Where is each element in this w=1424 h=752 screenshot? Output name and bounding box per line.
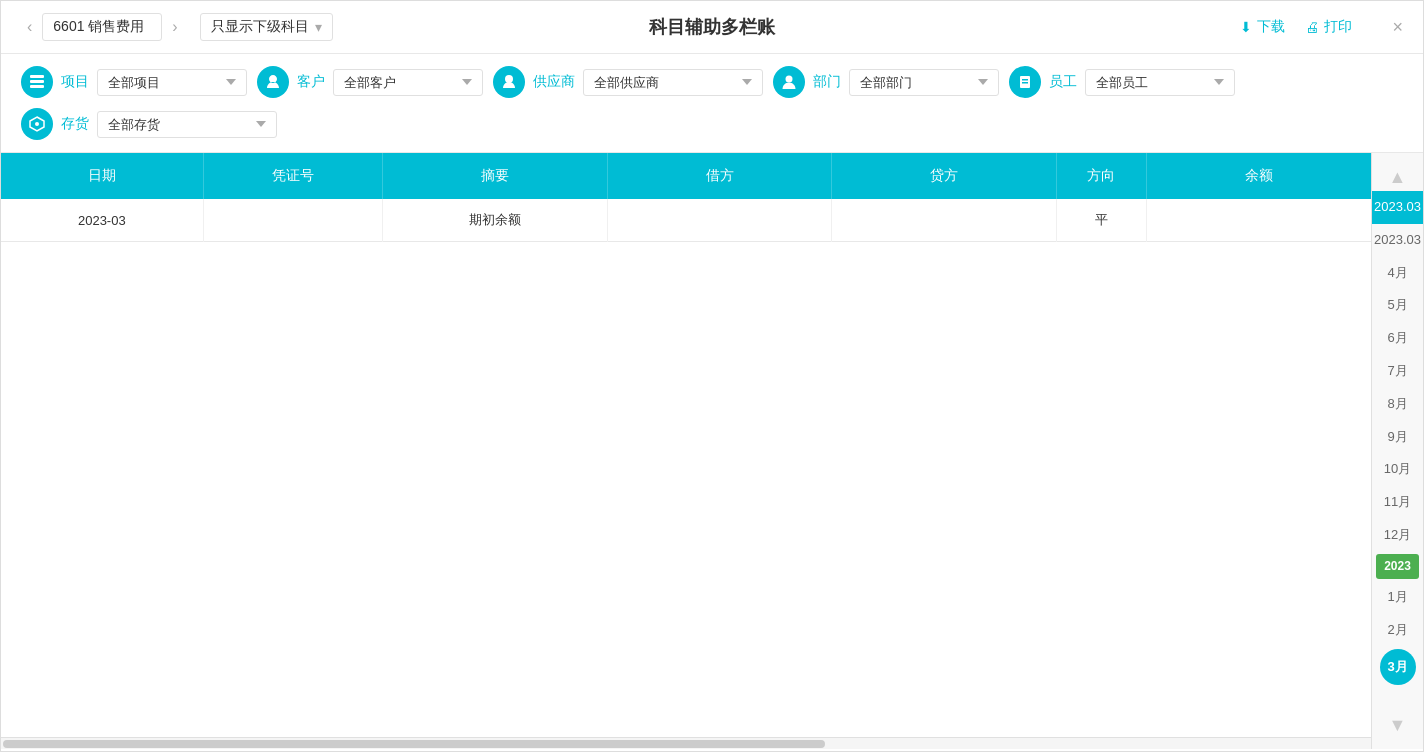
- download-button[interactable]: ⬇ 下载: [1240, 18, 1285, 36]
- sidebar-month-item[interactable]: 12月: [1371, 519, 1423, 552]
- bottom-scrollbar[interactable]: [1, 737, 1371, 749]
- table-header-row: 日期 凭证号 摘要 借方 贷方 方向 余额: [1, 153, 1371, 199]
- cell-voucher: [203, 199, 383, 242]
- cell-summary: 期初余额: [383, 199, 608, 242]
- content-area: 日期 凭证号 摘要 借方 贷方 方向 余额 2023-03 期初余额 平 ▲ 202…: [1, 153, 1423, 749]
- sidebar-month-item[interactable]: 2023: [1376, 554, 1419, 579]
- cell-date: 2023-03: [1, 199, 203, 242]
- svg-rect-2: [30, 85, 44, 88]
- department-icon: [773, 66, 805, 98]
- supplier-select[interactable]: 全部供应商: [583, 69, 763, 96]
- top-actions: ⬇ 下载 🖨 打印 ×: [1240, 17, 1403, 38]
- project-label: 项目: [61, 73, 89, 91]
- filter-group-inventory: 存货 全部存货: [21, 108, 277, 140]
- col-debit: 借方: [607, 153, 832, 199]
- close-button[interactable]: ×: [1392, 17, 1403, 38]
- filter-group-supplier: 供应商 全部供应商: [493, 66, 763, 98]
- show-sub-dropdown[interactable]: 只显示下级科目 ▾: [200, 13, 333, 41]
- filter-group-department: 部门 全部部门: [773, 66, 999, 98]
- show-sub-label: 只显示下级科目: [211, 18, 309, 36]
- filter-group-project: 项目 全部项目: [21, 66, 247, 98]
- inventory-select[interactable]: 全部存货: [97, 111, 277, 138]
- supplier-icon: [493, 66, 525, 98]
- download-label: 下载: [1257, 18, 1285, 36]
- next-account-button[interactable]: ›: [166, 16, 183, 38]
- employee-icon: [1009, 66, 1041, 98]
- sidebar-month-item[interactable]: 6月: [1371, 322, 1423, 355]
- cell-direction: 平: [1057, 199, 1147, 242]
- sidebar-month-item[interactable]: 2023.03: [1371, 224, 1423, 257]
- print-label: 打印: [1324, 18, 1352, 36]
- download-icon: ⬇: [1240, 19, 1252, 35]
- print-icon: 🖨: [1305, 19, 1319, 35]
- table-scroll-area[interactable]: 日期 凭证号 摘要 借方 贷方 方向 余额 2023-03 期初余额 平: [1, 153, 1371, 737]
- print-button[interactable]: 🖨 打印: [1305, 18, 1352, 36]
- svg-rect-0: [30, 75, 44, 78]
- department-label: 部门: [813, 73, 841, 91]
- sidebar-month-item[interactable]: 11月: [1371, 486, 1423, 519]
- employee-select[interactable]: 全部员工: [1085, 69, 1235, 96]
- employee-label: 员工: [1049, 73, 1077, 91]
- customer-label: 客户: [297, 73, 325, 91]
- department-select[interactable]: 全部部门: [849, 69, 999, 96]
- customer-select[interactable]: 全部客户: [333, 69, 483, 96]
- prev-account-button[interactable]: ‹: [21, 16, 38, 38]
- right-sidebar: ▲ 2023.032023.034月5月6月7月8月9月10月11月12月202…: [1371, 153, 1423, 749]
- col-date: 日期: [1, 153, 203, 199]
- sidebar-month-item[interactable]: 9月: [1371, 421, 1423, 454]
- inventory-label: 存货: [61, 115, 89, 133]
- supplier-label: 供应商: [533, 73, 575, 91]
- main-window: ‹ 6601 销售费用 › 只显示下级科目 ▾ 科目辅助多栏账 ⬇ 下载 🖨 打…: [0, 0, 1424, 752]
- table-row: 2023-03 期初余额 平: [1, 199, 1371, 242]
- sidebar-month-item[interactable]: 2月: [1371, 614, 1423, 647]
- sidebar-month-item[interactable]: 4月: [1371, 257, 1423, 290]
- inventory-icon: [21, 108, 53, 140]
- col-direction: 方向: [1057, 153, 1147, 199]
- col-voucher: 凭证号: [203, 153, 383, 199]
- sidebar-down-arrow[interactable]: ▼: [1380, 711, 1416, 739]
- cell-debit: [607, 199, 832, 242]
- scrollbar-thumb: [3, 740, 825, 748]
- sidebar-month-item[interactable]: 5月: [1371, 289, 1423, 322]
- svg-point-4: [786, 76, 793, 83]
- sidebar-month-item[interactable]: 8月: [1371, 388, 1423, 421]
- filter-group-customer: 客户 全部客户: [257, 66, 483, 98]
- project-select[interactable]: 全部项目: [97, 69, 247, 96]
- svg-rect-1: [30, 80, 44, 83]
- customer-icon: [257, 66, 289, 98]
- chevron-down-icon: ▾: [315, 19, 322, 35]
- sidebar-month-item[interactable]: 1月: [1371, 581, 1423, 614]
- sidebar-month-item[interactable]: 10月: [1371, 453, 1423, 486]
- col-summary: 摘要: [383, 153, 608, 199]
- sidebar-month-item[interactable]: 3月: [1380, 649, 1416, 685]
- top-bar: ‹ 6601 销售费用 › 只显示下级科目 ▾ 科目辅助多栏账 ⬇ 下载 🖨 打…: [1, 1, 1423, 54]
- page-title: 科目辅助多栏账: [649, 15, 775, 39]
- svg-point-3: [505, 75, 513, 83]
- ledger-table: 日期 凭证号 摘要 借方 贷方 方向 余额 2023-03 期初余额 平: [1, 153, 1371, 242]
- cell-balance: [1146, 199, 1371, 242]
- account-code-display: 6601 销售费用: [42, 13, 162, 41]
- sidebar-month-item[interactable]: 2023.03: [1371, 191, 1423, 224]
- filter-bar: 项目 全部项目 客户 全部客户 供应商 全部供应商: [1, 54, 1423, 153]
- col-balance: 余额: [1146, 153, 1371, 199]
- svg-rect-7: [1022, 82, 1028, 84]
- sidebar-month-item[interactable]: 7月: [1371, 355, 1423, 388]
- project-icon: [21, 66, 53, 98]
- col-credit: 贷方: [832, 153, 1057, 199]
- svg-rect-6: [1022, 79, 1028, 81]
- cell-credit: [832, 199, 1057, 242]
- filter-group-employee: 员工 全部员工: [1009, 66, 1235, 98]
- svg-point-8: [35, 122, 39, 126]
- sidebar-up-arrow[interactable]: ▲: [1380, 163, 1416, 191]
